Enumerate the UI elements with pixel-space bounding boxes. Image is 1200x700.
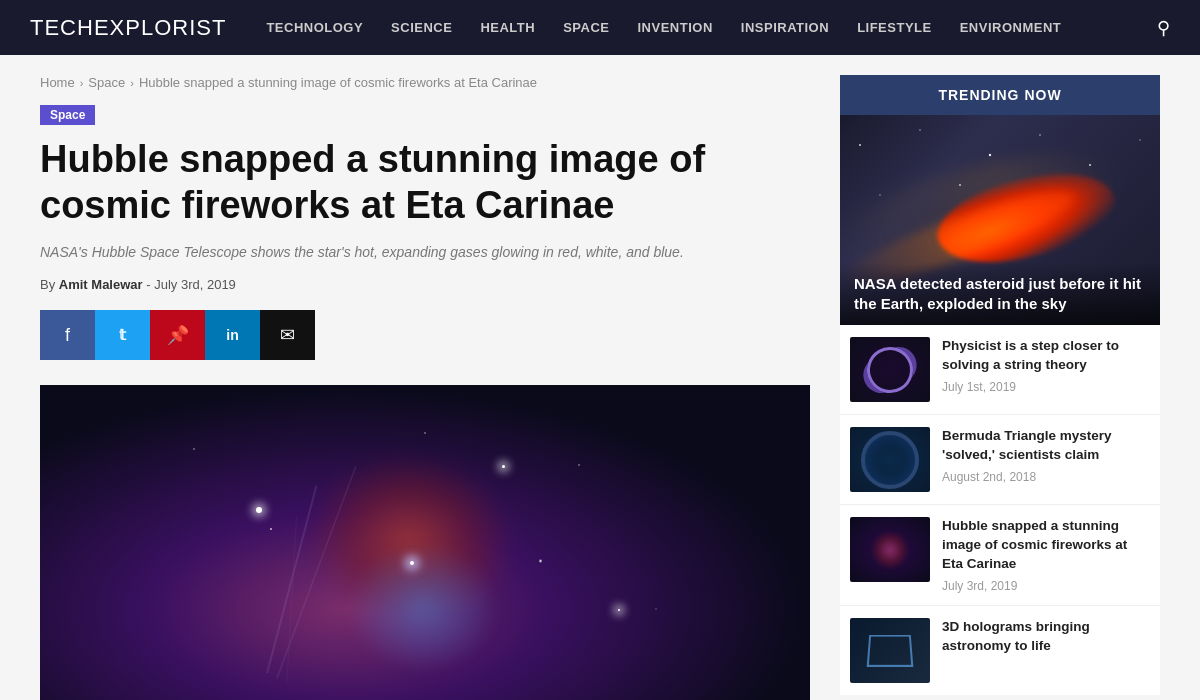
breadcrumb-current: Hubble snapped a stunning image of cosmi… <box>139 75 537 90</box>
article-image <box>40 385 810 700</box>
article-date: - July 3rd, 2019 <box>146 277 236 292</box>
share-email[interactable]: ✉ <box>260 310 315 360</box>
svg-line-0 <box>267 486 316 674</box>
trending-item-date-0: July 1st, 2019 <box>942 380 1150 394</box>
trending-thumb-2 <box>850 517 930 582</box>
svg-point-10 <box>959 184 961 186</box>
logo-explorist: EXPLORIST <box>94 15 226 40</box>
trending-thumb-3 <box>850 618 930 683</box>
nav-science[interactable]: SCIENCE <box>391 20 452 35</box>
breadcrumb: Home › Space › Hubble snapped a stunning… <box>40 75 810 90</box>
article-content: Home › Space › Hubble snapped a stunning… <box>40 75 810 700</box>
trending-item-title-0: Physicist is a step closer to solving a … <box>942 337 1150 375</box>
author-line: By Amit Malewar - July 3rd, 2019 <box>40 277 810 292</box>
breadcrumb-sep2: › <box>130 77 134 89</box>
nav-space[interactable]: SPACE <box>563 20 609 35</box>
svg-point-5 <box>989 154 991 156</box>
breadcrumb-space[interactable]: Space <box>88 75 125 90</box>
share-twitter[interactable]: 𝕥 <box>95 310 150 360</box>
trending-item-0[interactable]: Physicist is a step closer to solving a … <box>840 325 1160 415</box>
author-name[interactable]: Amit Malewar <box>59 277 143 292</box>
article-subtitle: NASA's Hubble Space Telescope shows the … <box>40 242 810 263</box>
trending-item-title-1: Bermuda Triangle mystery 'solved,' scien… <box>942 427 1150 465</box>
trending-list: Physicist is a step closer to solving a … <box>840 325 1160 695</box>
svg-point-8 <box>1139 139 1140 140</box>
nav-environment[interactable]: ENVIRONMENT <box>960 20 1062 35</box>
trending-thumb-1 <box>850 427 930 492</box>
svg-line-2 <box>287 516 297 684</box>
trending-item-info-0: Physicist is a step closer to solving a … <box>942 337 1150 394</box>
breadcrumb-home[interactable]: Home <box>40 75 75 90</box>
svg-point-9 <box>879 194 881 196</box>
nav-health[interactable]: HEALTH <box>480 20 535 35</box>
article-title: Hubble snapped a stunning image of cosmi… <box>40 137 810 228</box>
trending-item-1[interactable]: Bermuda Triangle mystery 'solved,' scien… <box>840 415 1160 505</box>
share-pinterest[interactable]: 📌 <box>150 310 205 360</box>
main-layout: Home › Space › Hubble snapped a stunning… <box>20 55 1180 700</box>
svg-point-6 <box>1039 134 1041 136</box>
main-nav: TECHNOLOGY SCIENCE HEALTH SPACE INVENTIO… <box>266 20 1157 35</box>
trending-item-info-2: Hubble snapped a stunning image of cosmi… <box>942 517 1150 593</box>
author-prefix: By <box>40 277 55 292</box>
trending-item-2[interactable]: Hubble snapped a stunning image of cosmi… <box>840 505 1160 606</box>
sidebar: TRENDING NOW NASA detected <box>840 75 1160 700</box>
trending-item-info-1: Bermuda Triangle mystery 'solved,' scien… <box>942 427 1150 484</box>
trending-item-title-2: Hubble snapped a stunning image of cosmi… <box>942 517 1150 574</box>
site-logo[interactable]: TECHEXPLORIST <box>30 15 226 41</box>
trending-thumb-0 <box>850 337 930 402</box>
social-share: f 𝕥 📌 in ✉ <box>40 310 810 360</box>
svg-point-7 <box>1089 164 1091 166</box>
svg-point-4 <box>919 129 921 131</box>
trending-item-title-3: 3D holograms bringing astronomy to life <box>942 618 1150 656</box>
trending-featured-caption: NASA detected asteroid just before it hi… <box>840 262 1160 325</box>
nav-inspiration[interactable]: INSPIRATION <box>741 20 829 35</box>
search-icon[interactable]: ⚲ <box>1157 17 1170 39</box>
breadcrumb-sep1: › <box>80 77 84 89</box>
nav-invention[interactable]: INVENTION <box>638 20 713 35</box>
category-badge[interactable]: Space <box>40 105 95 125</box>
svg-point-3 <box>859 144 861 146</box>
trending-item-date-2: July 3rd, 2019 <box>942 579 1150 593</box>
trending-header: TRENDING NOW <box>840 75 1160 115</box>
trending-featured[interactable]: NASA detected asteroid just before it hi… <box>840 115 1160 325</box>
nav-lifestyle[interactable]: LIFESTYLE <box>857 20 932 35</box>
share-facebook[interactable]: f <box>40 310 95 360</box>
trending-item-date-1: August 2nd, 2018 <box>942 470 1150 484</box>
trending-item-3[interactable]: 3D holograms bringing astronomy to life <box>840 606 1160 695</box>
logo-tech: TECH <box>30 15 94 40</box>
nav-technology[interactable]: TECHNOLOGY <box>266 20 363 35</box>
trending-item-info-3: 3D holograms bringing astronomy to life <box>942 618 1150 661</box>
share-linkedin[interactable]: in <box>205 310 260 360</box>
site-header: TECHEXPLORIST TECHNOLOGY SCIENCE HEALTH … <box>0 0 1200 55</box>
